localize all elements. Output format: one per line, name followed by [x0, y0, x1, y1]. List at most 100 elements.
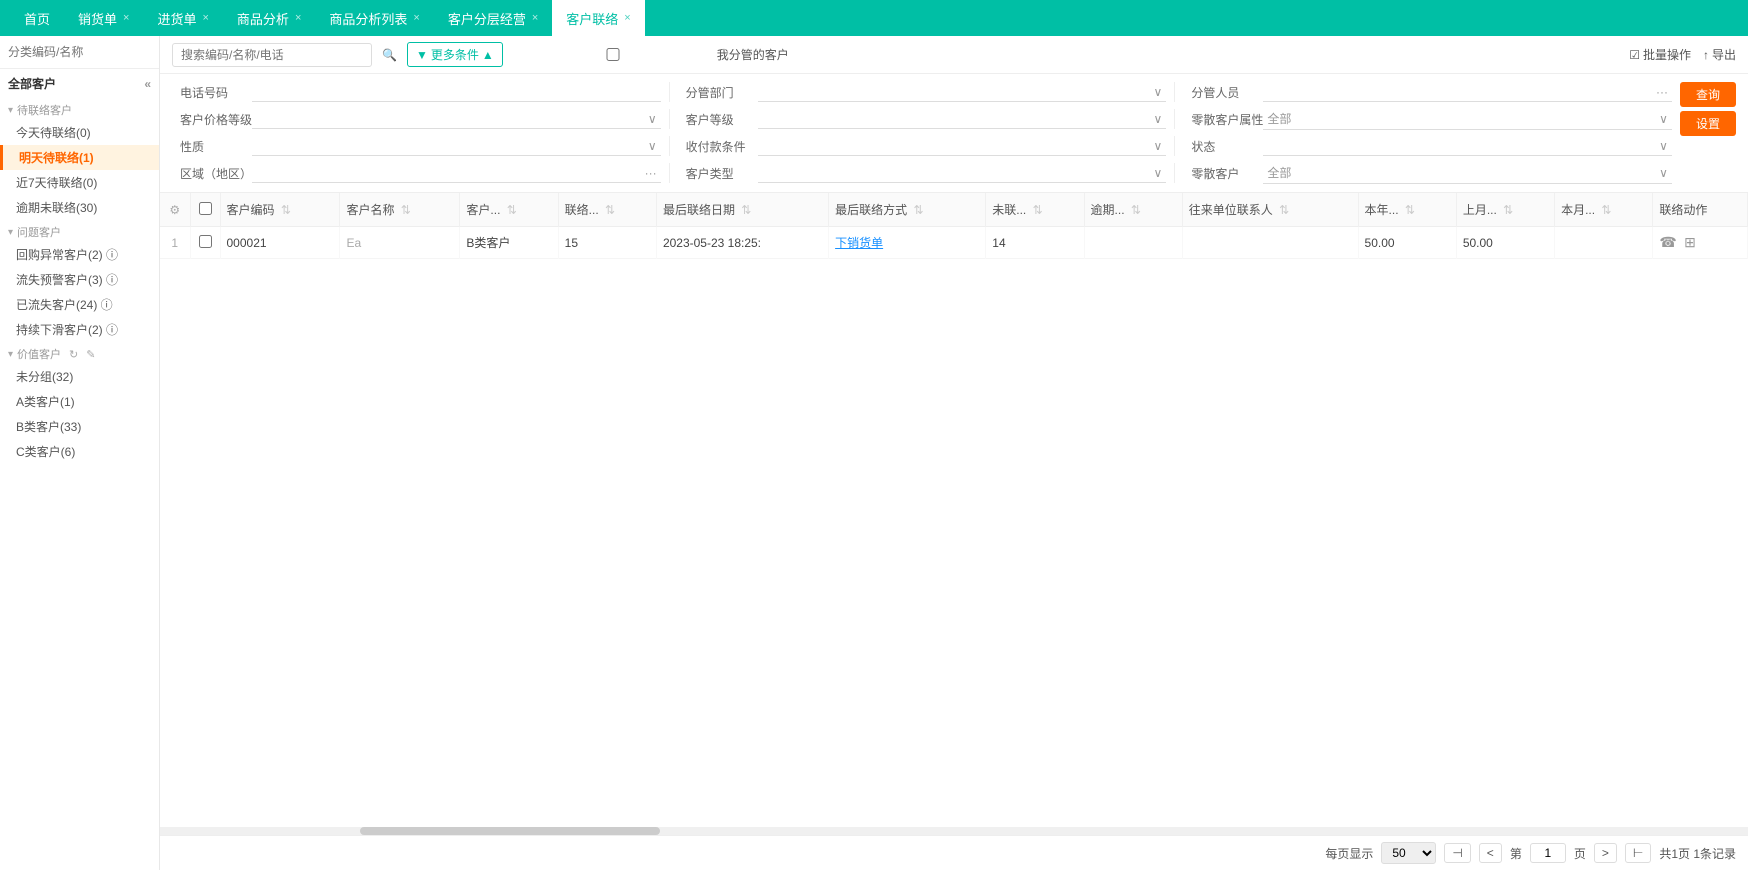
sort-method-icon[interactable]: ⇅: [913, 203, 923, 217]
first-page-button[interactable]: ⊣: [1444, 843, 1470, 863]
sort-date-icon[interactable]: ⇅: [741, 203, 751, 217]
filter-icon: ▼: [416, 48, 428, 62]
row-action-0[interactable]: ☎ ⊞: [1653, 227, 1748, 259]
sidebar-search-container: 🔍: [0, 36, 159, 69]
filter-price-level-select[interactable]: ∨: [252, 110, 661, 129]
sidebar-item-overdue[interactable]: 逾期未联络(30): [0, 195, 159, 220]
row-checkbox-0[interactable]: [199, 235, 212, 248]
sort-name-icon[interactable]: ⇅: [401, 203, 411, 217]
nav-close-customer-layers[interactable]: ×: [532, 12, 538, 24]
filter-customer-level-select[interactable]: ∨: [758, 110, 1167, 129]
sort-thismonth-icon[interactable]: ⇅: [1601, 203, 1611, 217]
nav-close-product-analysis-list[interactable]: ×: [413, 12, 419, 24]
last-page-button[interactable]: ⊢: [1625, 843, 1651, 863]
prev-page-button[interactable]: <: [1479, 843, 1502, 863]
advanced-filter: 电话号码 分管部门 ∨ 分管人员: [160, 74, 1748, 193]
scroll-thumb[interactable]: [360, 827, 660, 835]
filter-retail-attr-select[interactable]: 全部 ∨: [1263, 108, 1672, 130]
sort-uncontacted-icon[interactable]: ⇅: [1033, 203, 1043, 217]
row-checkbox-cell-0[interactable]: [190, 227, 220, 259]
action-phone-icon-0[interactable]: ☎: [1659, 234, 1676, 250]
search-input[interactable]: [172, 43, 372, 67]
sort-contact-icon[interactable]: ⇅: [605, 203, 615, 217]
table-select-all-header[interactable]: [190, 193, 220, 227]
sidebar-item-tomorrow[interactable]: 明天待联络(1): [0, 145, 159, 170]
nav-product-analysis-list[interactable]: 商品分析列表 ×: [315, 0, 433, 36]
nav-close-customer-contact[interactable]: ×: [624, 12, 630, 24]
per-page-select[interactable]: 50 100 200: [1381, 842, 1436, 864]
nav-purchase[interactable]: 进货单 ×: [143, 0, 222, 36]
sidebar-item-7days[interactable]: 近7天待联络(0): [0, 170, 159, 195]
table-settings-icon[interactable]: ⚙: [160, 193, 190, 227]
search-icon[interactable]: 🔍: [382, 48, 397, 62]
nav-close-product-analysis[interactable]: ×: [295, 12, 301, 24]
nav-close-purchase[interactable]: ×: [202, 12, 208, 24]
row-index-0: 1: [160, 227, 190, 259]
filter-dept-label: 分管部门: [678, 84, 758, 101]
sidebar-search-input[interactable]: [8, 45, 160, 59]
my-customers-checkbox-label[interactable]: 我分管的客户: [513, 46, 789, 63]
sidebar-item-churned[interactable]: 已流失客户(24) ⓘ: [0, 292, 159, 317]
batch-operation-button[interactable]: ☑ 批量操作: [1629, 46, 1691, 63]
sort-type-icon[interactable]: ⇅: [507, 203, 517, 217]
nav-customer-contact[interactable]: 客户联络 ×: [552, 0, 644, 36]
select-all-checkbox[interactable]: [199, 202, 212, 215]
col-last-month: 上月... ⇅: [1456, 193, 1554, 227]
nav-sales[interactable]: 销货单 ×: [64, 0, 143, 36]
filter-status-label: 状态: [1183, 138, 1263, 155]
query-button[interactable]: 查询: [1680, 82, 1736, 107]
sidebar-item-unclassified[interactable]: 未分组(32): [0, 364, 159, 389]
filter-payment-terms-select[interactable]: ∨: [758, 137, 1167, 156]
filter-customer-type-select[interactable]: ∨: [758, 164, 1167, 183]
sidebar-collapse-icon[interactable]: «: [144, 77, 151, 91]
sidebar-item-class-b[interactable]: B类客户(33): [0, 414, 159, 439]
row-name-0: Ea: [340, 227, 460, 259]
filter-status-select[interactable]: ∨: [1263, 137, 1672, 156]
sort-year-icon[interactable]: ⇅: [1405, 203, 1415, 217]
my-customers-checkbox[interactable]: [513, 48, 713, 61]
sort-unit-icon[interactable]: ⇅: [1279, 203, 1289, 217]
nav-close-sales[interactable]: ×: [123, 12, 129, 24]
row-this-month-0: [1555, 227, 1653, 259]
sidebar-item-class-a[interactable]: A类客户(1): [0, 389, 159, 414]
sidebar-item-today[interactable]: 今天待联络(0): [0, 120, 159, 145]
col-contact-count: 联络... ⇅: [558, 193, 656, 227]
row-last-date-0: 2023-05-23 18:25:: [656, 227, 828, 259]
page-number-input[interactable]: [1530, 843, 1566, 863]
filter-retail-attr-label: 零散客户属性: [1183, 111, 1263, 128]
sort-overdue-icon[interactable]: ⇅: [1131, 203, 1141, 217]
reset-button[interactable]: 设置: [1680, 111, 1736, 136]
filter-status: 状态 ∨: [1183, 137, 1672, 156]
sort-lastmonth-icon[interactable]: ⇅: [1503, 203, 1513, 217]
filter-dept-select[interactable]: ∨: [758, 83, 1167, 102]
filter-nature-label: 性质: [172, 138, 252, 155]
sidebar-item-declining[interactable]: 持续下滑客户(2) ⓘ: [0, 317, 159, 342]
all-customers-label[interactable]: 全部客户 «: [0, 69, 159, 98]
horizontal-scrollbar[interactable]: [160, 827, 1748, 835]
sort-code-icon[interactable]: ⇅: [281, 203, 291, 217]
nav-product-analysis[interactable]: 商品分析 ×: [223, 0, 315, 36]
sidebar-value-refresh[interactable]: ↻: [69, 348, 78, 361]
action-more-icon-0[interactable]: ⊞: [1684, 234, 1696, 250]
nav-home[interactable]: 首页: [10, 0, 64, 36]
next-page-button[interactable]: >: [1594, 843, 1617, 863]
sidebar-item-repurchase-abnormal[interactable]: 回购异常客户(2) ⓘ: [0, 242, 159, 267]
sidebar-item-churn-warning[interactable]: 流失预警客户(3) ⓘ: [0, 267, 159, 292]
filter-retail-attr: 零散客户属性 全部 ∨: [1183, 108, 1672, 130]
sidebar-value-edit[interactable]: ✎: [86, 348, 95, 361]
main-layout: 🔍 全部客户 « 待联络客户 今天待联络(0) 明天待联络(1) 近7天待联络(…: [0, 36, 1748, 870]
more-conditions-button[interactable]: ▼ 更多条件 ▲: [407, 42, 503, 67]
export-button[interactable]: ↑ 导出: [1703, 46, 1736, 63]
filter-retail-customer-select[interactable]: 全部 ∨: [1263, 162, 1672, 184]
sidebar-item-class-c[interactable]: C类客户(6): [0, 439, 159, 464]
row-unit-contact-0: [1182, 227, 1358, 259]
filter-person-dots[interactable]: ···: [1656, 85, 1668, 99]
filter-phone: 电话号码: [172, 83, 661, 102]
nav-customer-layers[interactable]: 客户分层经营 ×: [434, 0, 552, 36]
filter-phone-input[interactable]: [252, 83, 661, 102]
row-last-method-0[interactable]: 下销货单: [829, 227, 986, 259]
row-this-year-0: 50.00: [1358, 227, 1456, 259]
filter-region-dots[interactable]: ···: [645, 166, 657, 180]
filter-nature-select[interactable]: ∨: [252, 137, 661, 156]
row-code-0: 000021: [220, 227, 340, 259]
